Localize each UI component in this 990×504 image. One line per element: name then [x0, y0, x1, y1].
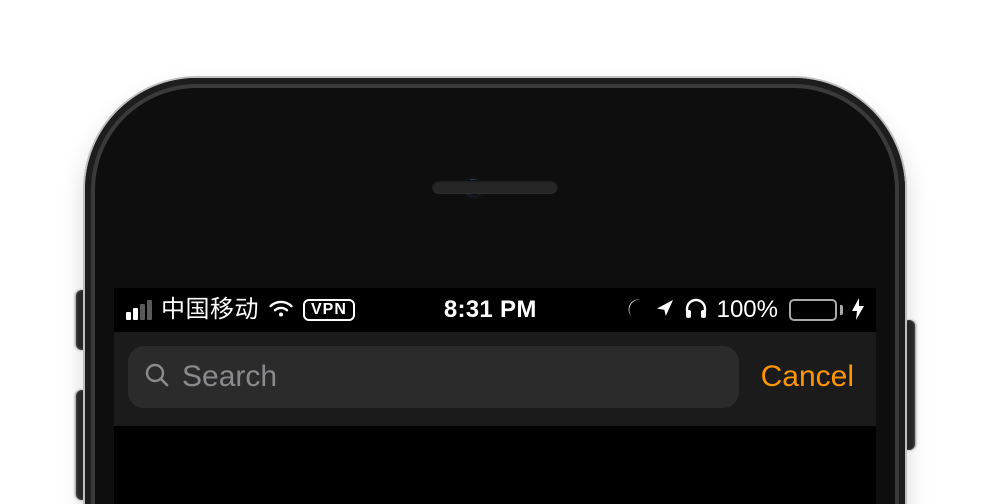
cancel-button[interactable]: Cancel: [757, 360, 858, 394]
search-input[interactable]: [182, 360, 723, 394]
battery-percent: 100%: [717, 298, 778, 322]
screen: 中国移动 VPN 8:31 PM: [114, 288, 876, 504]
earpiece-speaker: [432, 180, 558, 194]
search-bar-row: Cancel: [114, 332, 876, 426]
carrier-label: 中国移动: [161, 298, 259, 322]
results-area: [114, 426, 876, 504]
battery-icon: [789, 299, 843, 321]
wifi-icon: [268, 298, 294, 323]
cellular-signal-icon: [126, 300, 152, 320]
search-icon: [144, 362, 170, 393]
clock: 8:31 PM: [355, 298, 626, 322]
vpn-badge: VPN: [303, 299, 355, 321]
status-bar: 中国移动 VPN 8:31 PM: [114, 288, 876, 332]
location-icon: [655, 298, 675, 323]
phone-body: 中国移动 VPN 8:31 PM: [85, 78, 905, 504]
search-field[interactable]: [128, 346, 739, 408]
do-not-disturb-icon: [626, 298, 646, 323]
charging-icon: [852, 298, 864, 323]
headphones-icon: [684, 297, 708, 324]
